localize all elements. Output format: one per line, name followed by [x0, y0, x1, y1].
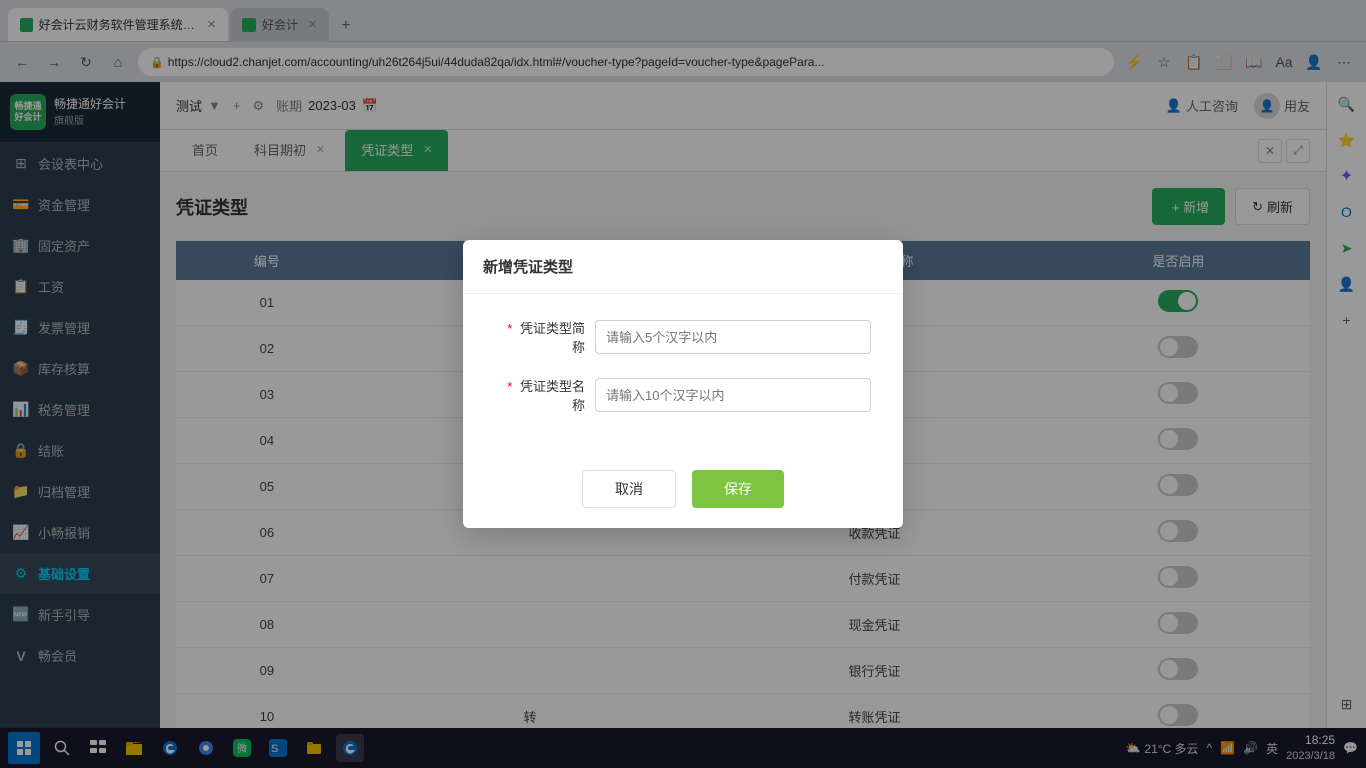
required-marker-short: *: [507, 321, 512, 336]
modal-save-button[interactable]: 保存: [692, 470, 784, 508]
field-name-label: * 凭证类型名称: [495, 376, 595, 414]
form-row-name: * 凭证类型名称: [495, 376, 871, 414]
field-short-label: * 凭证类型简称: [495, 318, 595, 356]
cancel-label: 取消: [615, 481, 643, 497]
modal-overlay: 新增凭证类型 * 凭证类型简称 * 凭证类型名称 取消: [0, 0, 1366, 768]
form-row-short: * 凭证类型简称: [495, 318, 871, 356]
add-voucher-type-modal: 新增凭证类型 * 凭证类型简称 * 凭证类型名称 取消: [463, 240, 903, 528]
modal-footer: 取消 保存: [463, 458, 903, 528]
save-label: 保存: [724, 481, 752, 497]
modal-title: 新增凭证类型: [483, 259, 573, 276]
field-name-input[interactable]: [595, 378, 871, 412]
modal-body: * 凭证类型简称 * 凭证类型名称: [463, 294, 903, 458]
required-marker-name: *: [507, 379, 512, 394]
field-short-input[interactable]: [595, 320, 871, 354]
modal-cancel-button[interactable]: 取消: [582, 470, 676, 508]
modal-header: 新增凭证类型: [463, 240, 903, 294]
